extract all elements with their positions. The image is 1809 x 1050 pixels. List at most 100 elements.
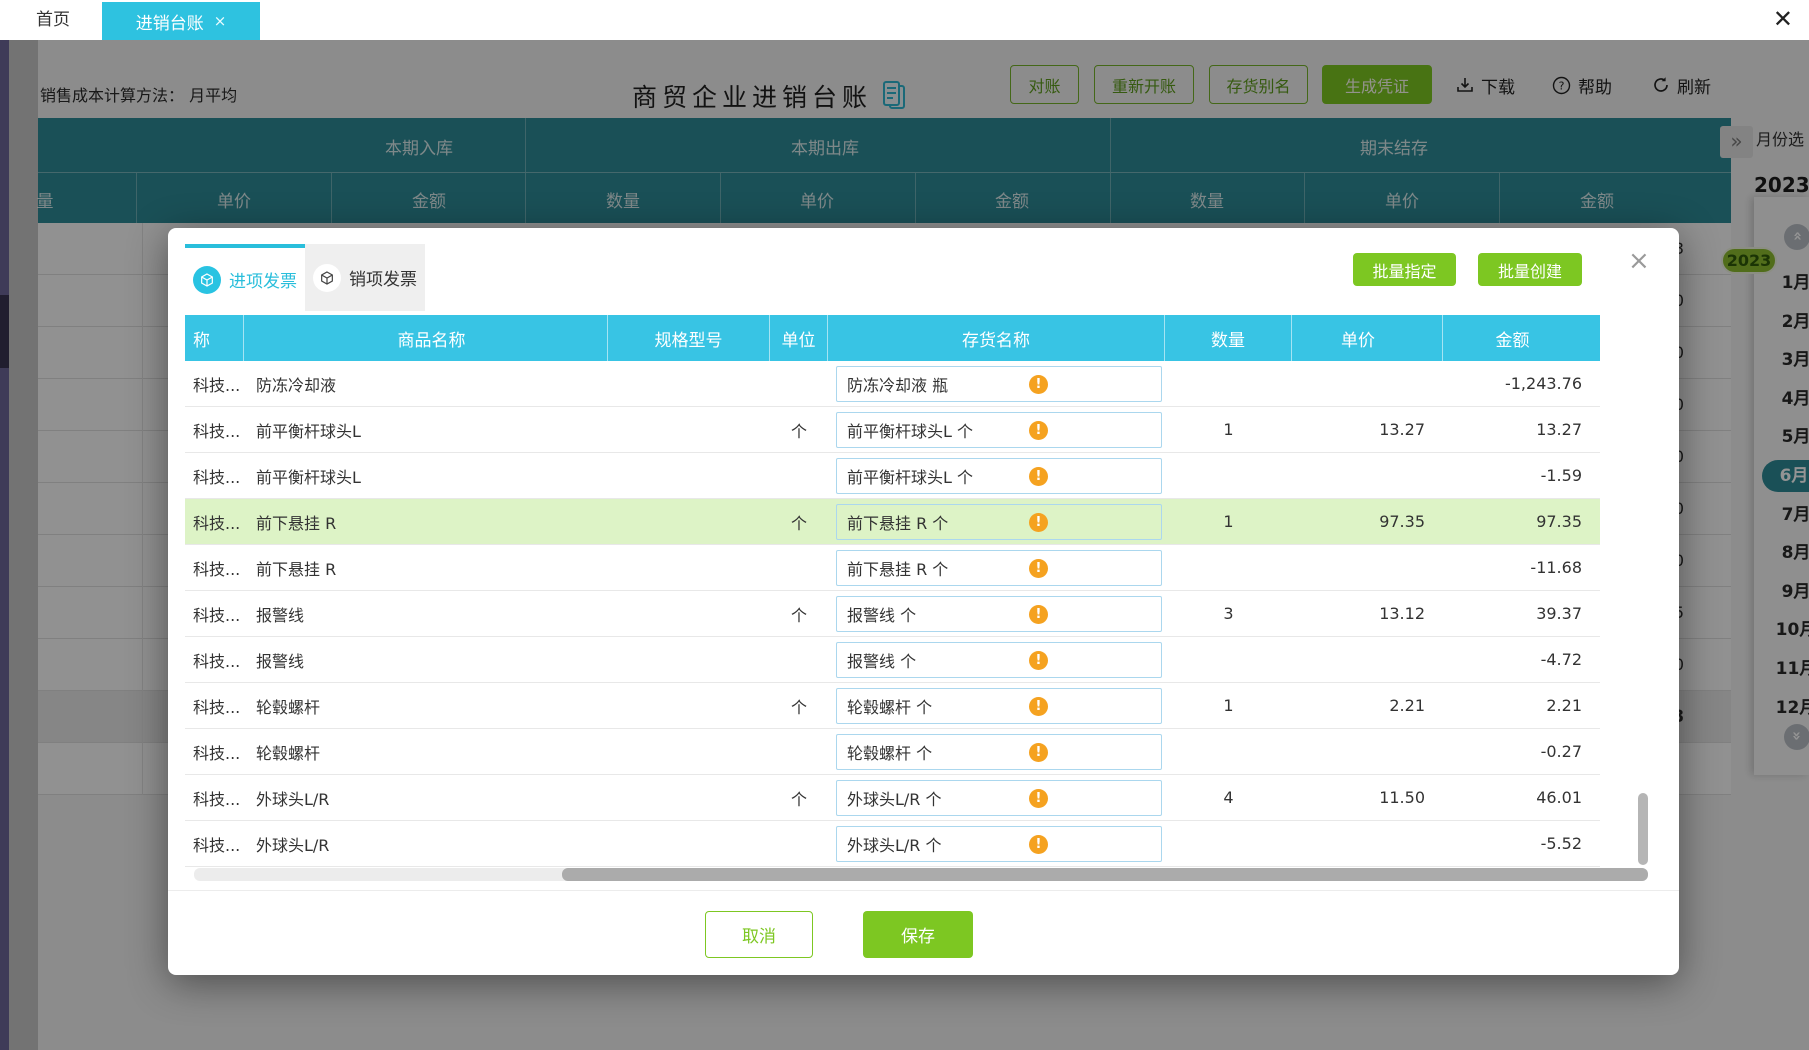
invoice-row[interactable]: 科技... 轮毂螺杆 轮毂螺杆 个! -0.27 [185,729,1600,775]
tab-bar: 首页 进销台账 × ✕ [0,0,1809,40]
inventory-name-input[interactable]: 防冻冷却液 瓶! [836,366,1162,402]
supplier-cell: 科技... [193,375,241,395]
unit-price-cell [1292,729,1443,774]
inventory-name-input[interactable]: 轮毂螺杆 个! [836,734,1162,770]
unit-price-cell: 13.27 [1379,420,1425,439]
vertical-scrollbar[interactable] [1638,361,1648,867]
cancel-button[interactable]: 取消 [705,911,813,958]
supplier-cell: 科技... [193,743,241,763]
supplier-cell: 科技... [193,467,241,487]
spec-cell [608,591,770,636]
inventory-name-value: 前下悬挂 R 个 [847,560,949,579]
tab-close-icon[interactable]: × [214,12,227,30]
quantity-cell [1165,821,1292,866]
column-header[interactable]: 商品名称 [244,315,608,361]
quantity-cell [1165,453,1292,498]
amount-cell: -1.59 [1540,466,1582,485]
inventory-name-input[interactable]: 前平衡杆球头L 个! [836,412,1162,448]
batch-assign-button[interactable]: 批量指定 [1353,253,1456,286]
amount-cell: 97.35 [1536,512,1582,531]
product-name-cell: 前下悬挂 R [256,513,337,533]
inventory-name-input[interactable]: 轮毂螺杆 个! [836,688,1162,724]
inventory-cell: 防冻冷却液 瓶! [828,361,1165,406]
warning-icon[interactable]: ! [1029,605,1048,624]
inventory-name-value: 防冻冷却液 瓶 [847,376,949,395]
warning-icon[interactable]: ! [1029,375,1048,394]
invoice-row[interactable]: 科技... 前平衡杆球头L 前平衡杆球头L 个! -1.59 [185,453,1600,499]
quantity-cell [1165,545,1292,590]
column-header[interactable]: 单价 [1292,315,1443,361]
unit-cell [770,545,828,590]
product-name-cell: 前平衡杆球头L [256,467,361,487]
quantity-cell: 3 [1223,604,1234,623]
invoice-row[interactable]: 科技... 前下悬挂 R 个 前下悬挂 R 个! 1 97.35 97.35 [185,499,1600,545]
inventory-name-input[interactable]: 报警线 个! [836,596,1162,632]
window-close-icon[interactable]: ✕ [1773,2,1793,36]
column-header[interactable]: 数量 [1165,315,1292,361]
warning-icon[interactable]: ! [1029,835,1048,854]
column-header[interactable]: 存货名称 [828,315,1165,361]
tab-home[interactable]: 首页 [24,0,82,40]
supplier-cell: 科技... [193,835,241,855]
inventory-name-input[interactable]: 前下悬挂 R 个! [836,550,1162,586]
column-header[interactable]: 单位 [770,315,828,361]
amount-cell: -11.68 [1530,558,1582,577]
supplier-cell: 科技... [193,559,241,579]
warning-icon[interactable]: ! [1029,513,1048,532]
column-header[interactable]: 金额 [1443,315,1600,361]
vertical-scrollbar-thumb[interactable] [1638,793,1648,865]
invoice-row[interactable]: 科技... 前平衡杆球头L 个 前平衡杆球头L 个! 1 13.27 13.27 [185,407,1600,453]
quantity-cell [1165,729,1292,774]
warning-icon[interactable]: ! [1029,421,1048,440]
unit-cell [770,637,828,682]
product-name-cell: 报警线 [256,651,305,671]
invoice-dialog: × 进项发票 销项发票 批量指定 批量创建 称商品名称 规格型号 单位 存货名称 数量单… [168,228,1679,975]
horizontal-scrollbar[interactable] [194,868,1648,881]
warning-icon[interactable]: ! [1029,651,1048,670]
inventory-name-input[interactable]: 外球头L/R 个! [836,780,1162,816]
inventory-name-input[interactable]: 报警线 个! [836,642,1162,678]
inventory-cell: 前平衡杆球头L 个! [828,407,1165,452]
amount-cell: -5.52 [1540,834,1582,853]
warning-icon[interactable]: ! [1029,467,1048,486]
inventory-name-input[interactable]: 前下悬挂 R 个! [836,504,1162,540]
invoice-row[interactable]: 科技... 外球头L/R 个 外球头L/R 个! 4 11.50 46.01 [185,775,1600,821]
product-name-cell: 防冻冷却液 [256,375,337,395]
unit-cell [770,361,828,406]
inventory-name-input[interactable]: 前平衡杆球头L 个! [836,458,1162,494]
tab-output-invoice[interactable]: 销项发票 [305,244,425,311]
unit-cell: 个 [790,513,807,533]
warning-icon[interactable]: ! [1029,559,1048,578]
inventory-name-value: 轮毂螺杆 个 [847,744,933,763]
invoice-table-header: 称商品名称 规格型号 单位 存货名称 数量 单价 金额 [185,315,1600,361]
spec-cell [608,545,770,590]
column-header[interactable]: 规格型号 [608,315,770,361]
unit-price-cell: 13.12 [1379,604,1425,623]
warning-icon[interactable]: ! [1029,697,1048,716]
quantity-cell: 1 [1223,512,1234,531]
dialog-close-icon[interactable]: × [1628,246,1650,276]
spec-cell [608,729,770,774]
save-button[interactable]: 保存 [863,911,973,958]
amount-cell: -0.27 [1540,742,1582,761]
invoice-row[interactable]: 科技... 防冻冷却液 防冻冷却液 瓶! -1,243.76 [185,361,1600,407]
invoice-row[interactable]: 科技... 报警线 报警线 个! -4.72 [185,637,1600,683]
batch-create-button[interactable]: 批量创建 [1478,253,1582,286]
tab-ledger-active[interactable]: 进销台账 × [102,2,260,40]
warning-icon[interactable]: ! [1029,789,1048,808]
invoice-row[interactable]: 科技... 前下悬挂 R 前下悬挂 R 个! -11.68 [185,545,1600,591]
inventory-name-value: 报警线 个 [847,652,917,671]
horizontal-scrollbar-thumb[interactable] [562,868,1648,881]
invoice-row[interactable]: 科技... 轮毂螺杆 个 轮毂螺杆 个! 1 2.21 2.21 [185,683,1600,729]
amount-cell: -1,243.76 [1504,374,1582,393]
tab-input-invoice[interactable]: 进项发票 [185,244,305,311]
invoice-row[interactable]: 科技... 报警线 个 报警线 个! 3 13.12 39.37 [185,591,1600,637]
unit-cell: 个 [790,697,807,717]
unit-price-cell: 97.35 [1379,512,1425,531]
inventory-name-input[interactable]: 外球头L/R 个! [836,826,1162,862]
warning-icon[interactable]: ! [1029,743,1048,762]
unit-cell: 个 [790,605,807,625]
column-header[interactable]: 称 [185,315,244,361]
quantity-cell: 1 [1223,696,1234,715]
invoice-row[interactable]: 科技... 外球头L/R 外球头L/R 个! -5.52 [185,821,1600,867]
